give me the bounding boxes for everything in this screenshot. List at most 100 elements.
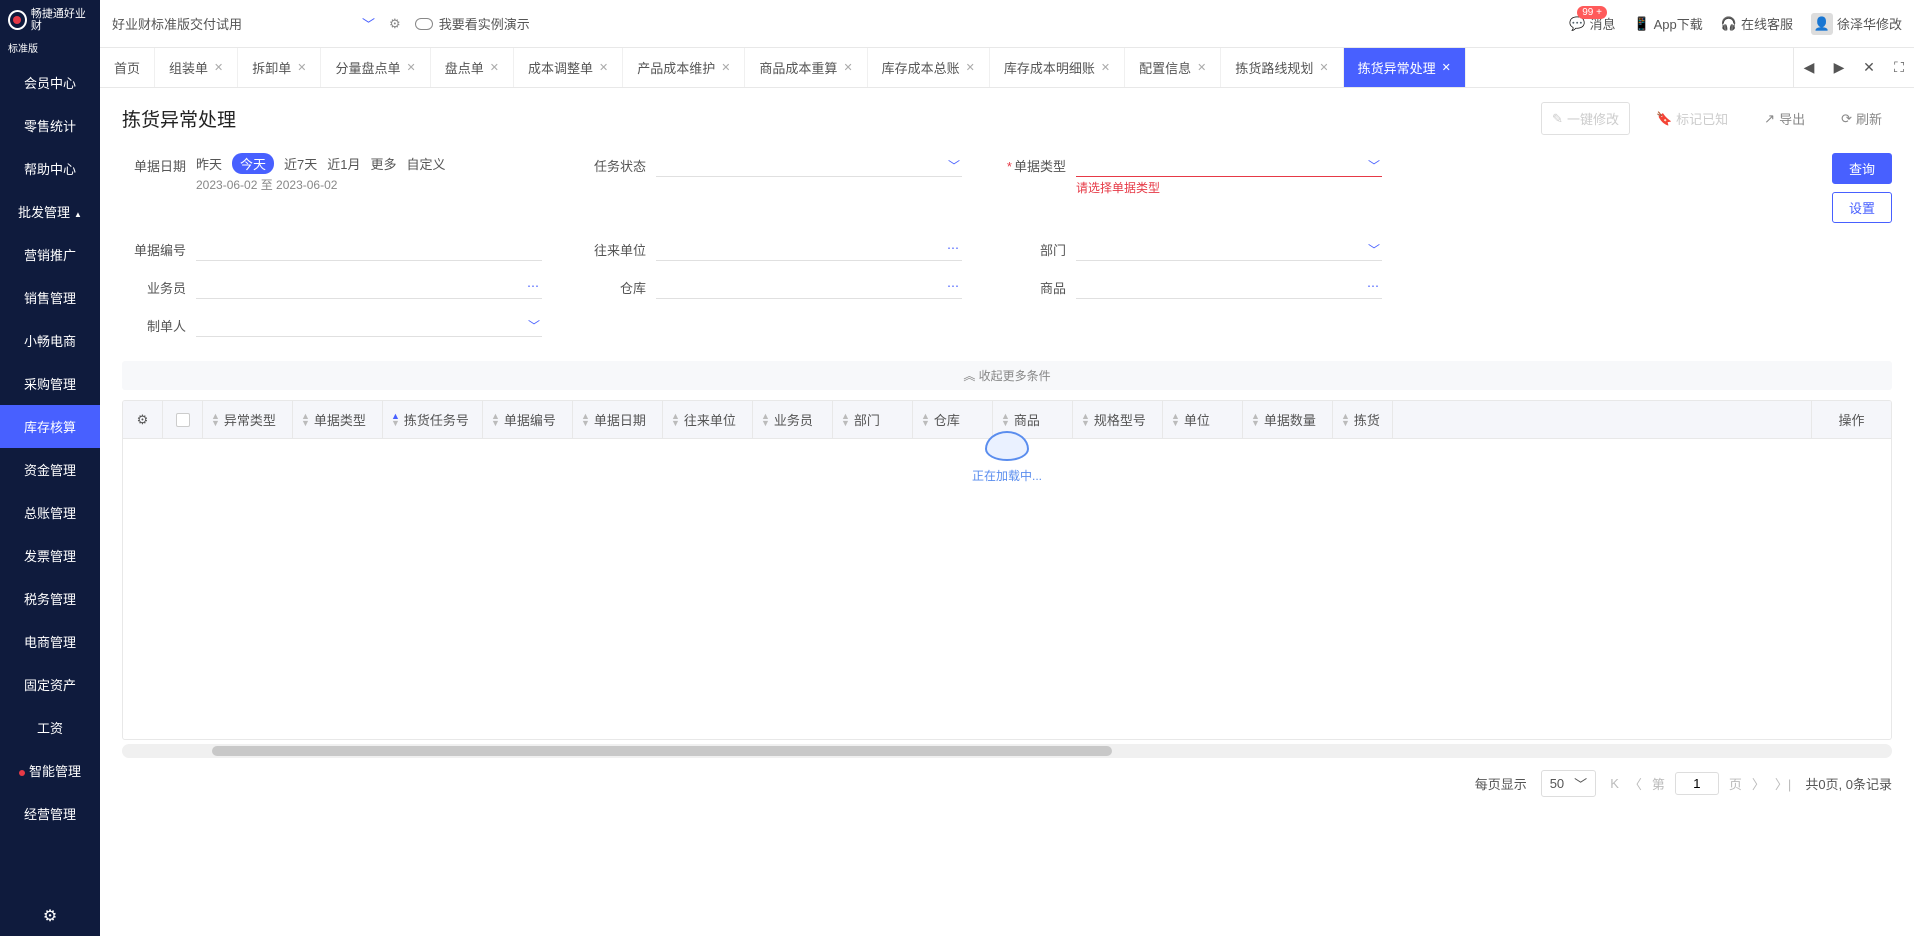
tab[interactable]: 拣货路线规划✕ bbox=[1221, 48, 1343, 87]
sort-icon[interactable]: ▲▼ bbox=[761, 413, 770, 426]
tab[interactable]: 产品成本维护✕ bbox=[623, 48, 745, 87]
column-header[interactable]: ▲▼单据类型 bbox=[293, 401, 383, 438]
refresh-button[interactable]: ⟳ 刷新 bbox=[1831, 103, 1892, 134]
close-icon[interactable]: ✕ bbox=[721, 61, 730, 74]
sort-icon[interactable]: ▲▼ bbox=[1001, 413, 1010, 426]
mark-known-button[interactable]: 🔖 标记已知 bbox=[1646, 103, 1738, 134]
date-option[interactable]: 近1月 bbox=[327, 154, 360, 173]
next-page-button[interactable]: 〉 bbox=[1752, 774, 1765, 793]
messages-button[interactable]: 💬 消息 99 + bbox=[1569, 14, 1615, 33]
tab[interactable]: 商品成本重算✕ bbox=[745, 48, 867, 87]
doc-no-input[interactable] bbox=[196, 237, 542, 261]
tab[interactable]: 组装单✕ bbox=[155, 48, 238, 87]
page-input[interactable] bbox=[1675, 772, 1719, 795]
date-option[interactable]: 昨天 bbox=[196, 154, 222, 173]
sort-icon[interactable]: ▲▼ bbox=[491, 413, 500, 426]
grid-settings-button[interactable]: ⚙ bbox=[123, 401, 163, 438]
lookup-icon[interactable]: ⋯ bbox=[527, 279, 540, 293]
tab[interactable]: 拆卸单✕ bbox=[238, 48, 321, 87]
date-option[interactable]: 更多 bbox=[371, 154, 397, 173]
sidebar-item[interactable]: 资金管理 bbox=[0, 448, 100, 491]
scrollbar-thumb[interactable] bbox=[212, 746, 1112, 756]
close-icon[interactable]: ✕ bbox=[843, 61, 852, 74]
column-header[interactable]: ▲▼规格型号 bbox=[1073, 401, 1163, 438]
sort-icon[interactable]: ▲▼ bbox=[1251, 413, 1260, 426]
close-icon[interactable]: ✕ bbox=[407, 61, 416, 74]
column-header[interactable]: ▲▼拣货 bbox=[1333, 401, 1393, 438]
sort-icon[interactable]: ▲▼ bbox=[1081, 413, 1090, 426]
column-header[interactable]: ▲▼单据编号 bbox=[483, 401, 573, 438]
tab[interactable]: 盘点单✕ bbox=[431, 48, 514, 87]
partner-input[interactable] bbox=[656, 237, 962, 261]
lookup-icon[interactable]: ⋯ bbox=[947, 279, 960, 293]
tab-close-all[interactable]: ✕ bbox=[1854, 59, 1884, 76]
export-button[interactable]: ↗ 导出 bbox=[1754, 103, 1815, 134]
date-option[interactable]: 今天 bbox=[232, 153, 274, 174]
date-option[interactable]: 近7天 bbox=[284, 154, 317, 173]
sidebar-item[interactable]: 总账管理 bbox=[0, 491, 100, 534]
creator-select[interactable] bbox=[196, 313, 542, 337]
close-icon[interactable]: ✕ bbox=[214, 61, 223, 74]
tab-scroll-left[interactable]: ◀ bbox=[1794, 59, 1824, 76]
sort-icon[interactable]: ▲▼ bbox=[391, 413, 400, 426]
last-page-button[interactable]: 〉| bbox=[1775, 774, 1791, 793]
column-header[interactable]: ▲▼单据数量 bbox=[1243, 401, 1333, 438]
settings-button[interactable]: 设置 bbox=[1832, 192, 1892, 223]
sidebar-item[interactable]: 智能管理 bbox=[0, 749, 100, 792]
sort-icon[interactable]: ▲▼ bbox=[671, 413, 680, 426]
sort-icon[interactable]: ▲▼ bbox=[301, 413, 310, 426]
sidebar-item[interactable]: 零售统计 bbox=[0, 104, 100, 147]
sales-input[interactable] bbox=[196, 275, 542, 299]
sidebar-item[interactable]: 采购管理 bbox=[0, 362, 100, 405]
first-page-button[interactable]: K bbox=[1610, 776, 1619, 791]
column-header[interactable]: ▲▼部门 bbox=[833, 401, 913, 438]
lookup-icon[interactable]: ⋯ bbox=[947, 241, 960, 255]
sidebar-item[interactable]: 电商管理 bbox=[0, 620, 100, 663]
sort-icon[interactable]: ▲▼ bbox=[1341, 413, 1350, 426]
sidebar-item[interactable]: 营销推广 bbox=[0, 233, 100, 276]
chevron-down-icon[interactable]: ﹀ bbox=[528, 317, 540, 334]
sort-icon[interactable]: ▲▼ bbox=[841, 413, 850, 426]
close-icon[interactable]: ✕ bbox=[1197, 61, 1206, 74]
column-header[interactable]: ▲▼往来单位 bbox=[663, 401, 753, 438]
sidebar-item[interactable]: 库存核算 bbox=[0, 405, 100, 448]
tab[interactable]: 分量盘点单✕ bbox=[321, 48, 430, 87]
user-menu[interactable]: 👤 徐泽华修改 bbox=[1811, 13, 1902, 35]
sidebar-item[interactable]: 会员中心 bbox=[0, 61, 100, 104]
column-header[interactable]: ▲▼业务员 bbox=[753, 401, 833, 438]
prev-page-button[interactable]: 〈 bbox=[1629, 774, 1642, 793]
close-icon[interactable]: ✕ bbox=[297, 61, 306, 74]
close-icon[interactable]: ✕ bbox=[966, 61, 975, 74]
settings-icon[interactable]: ⚙ bbox=[0, 896, 100, 936]
sidebar-item[interactable]: 销售管理 bbox=[0, 276, 100, 319]
sidebar-item[interactable]: 批发管理 bbox=[0, 190, 100, 233]
close-icon[interactable]: ✕ bbox=[1101, 61, 1110, 74]
tab[interactable]: 配置信息✕ bbox=[1125, 48, 1221, 87]
query-button[interactable]: 查询 bbox=[1832, 153, 1892, 184]
app-download-button[interactable]: 📱 App下载 bbox=[1633, 14, 1702, 33]
tab[interactable]: 成本调整单✕ bbox=[514, 48, 623, 87]
tab[interactable]: 拣货异常处理✕ bbox=[1344, 48, 1466, 87]
column-header[interactable]: ▲▼拣货任务号 bbox=[383, 401, 483, 438]
demo-link[interactable]: 我要看实例演示 bbox=[415, 14, 530, 33]
page-size-select[interactable]: 50 ﹀ bbox=[1541, 770, 1596, 797]
close-icon[interactable]: ✕ bbox=[490, 61, 499, 74]
collapse-filters[interactable]: ︽ 收起更多条件 bbox=[122, 361, 1892, 390]
sidebar-item[interactable]: 小畅电商 bbox=[0, 319, 100, 362]
close-icon[interactable]: ✕ bbox=[1319, 61, 1328, 74]
sidebar-item[interactable]: 发票管理 bbox=[0, 534, 100, 577]
sort-icon[interactable]: ▲▼ bbox=[1171, 413, 1180, 426]
sort-icon[interactable]: ▲▼ bbox=[921, 413, 930, 426]
dept-select[interactable] bbox=[1076, 237, 1382, 261]
sidebar-item[interactable]: 工资 bbox=[0, 706, 100, 749]
column-header[interactable]: ▲▼单据日期 bbox=[573, 401, 663, 438]
close-icon[interactable]: ✕ bbox=[1442, 61, 1451, 74]
column-header[interactable]: ▲▼异常类型 bbox=[203, 401, 293, 438]
chevron-down-icon[interactable]: ﹀ bbox=[1368, 157, 1380, 174]
horizontal-scrollbar[interactable] bbox=[122, 744, 1892, 758]
sort-icon[interactable]: ▲▼ bbox=[211, 413, 220, 426]
select-all-checkbox[interactable] bbox=[163, 401, 203, 438]
workspace-selector[interactable]: 好业财标准版交付试用 ﹀ bbox=[112, 14, 375, 33]
sidebar-item[interactable]: 固定资产 bbox=[0, 663, 100, 706]
tab[interactable]: 首页 bbox=[100, 48, 155, 87]
